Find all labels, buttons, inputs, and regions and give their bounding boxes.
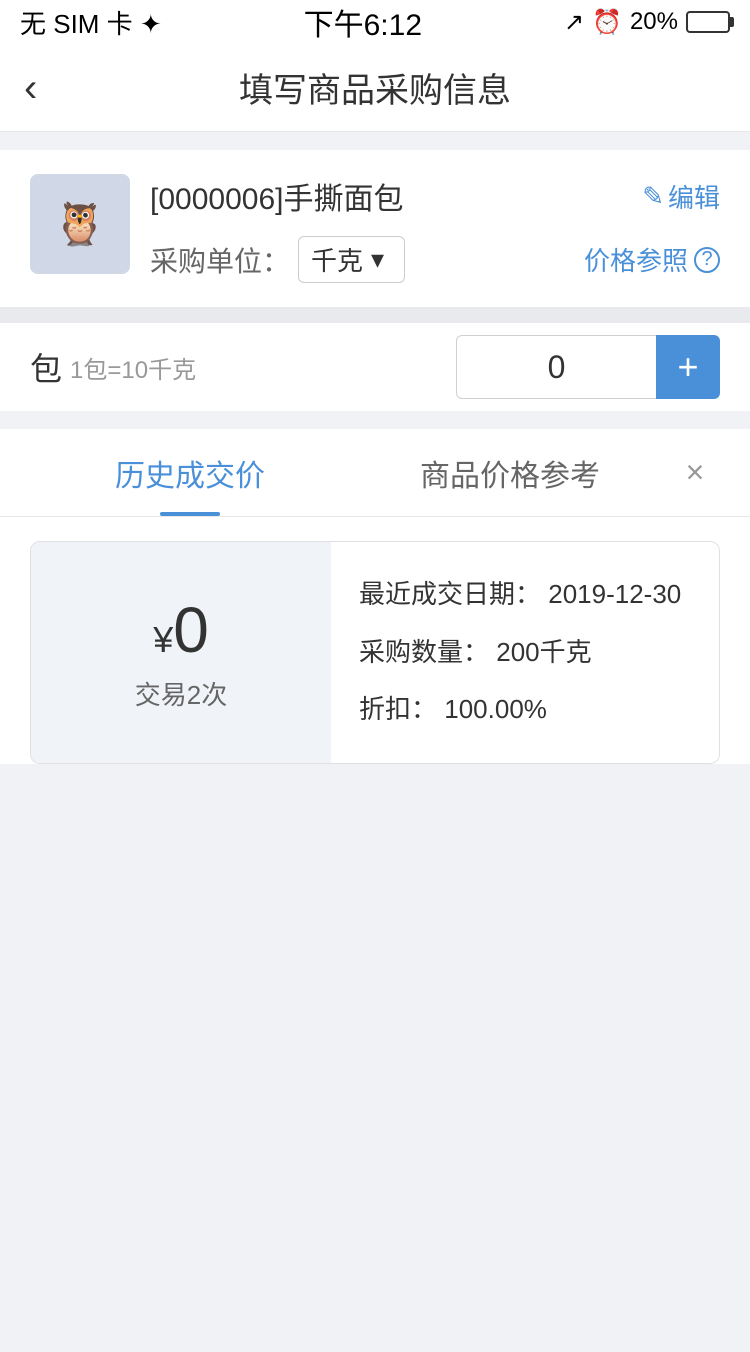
battery-text: 20% [630, 8, 678, 36]
product-name: [0000006]手撕面包 [150, 174, 403, 218]
unit-select[interactable]: 千克 ▾ [298, 236, 405, 283]
discount-label: 折扣： [359, 694, 437, 724]
quantity-unit-char: 包 [30, 344, 62, 390]
currency-symbol: ¥ [153, 613, 173, 667]
tab-history-price-label: 历史成交价 [115, 451, 265, 495]
back-button[interactable]: ‹ [24, 68, 37, 108]
latest-date-row: 最近成交日期： 2019-12-30 [359, 574, 691, 616]
main-content: 🦉 [0000006]手撕面包 ✎ 编辑 采购单位： 千克 ▾ [0, 150, 750, 1352]
dropdown-icon: ▾ [371, 244, 384, 275]
product-card: 🦉 [0000006]手撕面包 ✎ 编辑 采购单位： 千克 ▾ [0, 150, 750, 307]
status-bar: 无 SIM 卡 ✦ 下午6:12 ↗ ⏰ 20% [0, 0, 750, 44]
latest-date-value: 2019-12-30 [548, 579, 681, 609]
unit-value: 千克 [311, 241, 363, 278]
product-unit-row: 采购单位： 千克 ▾ 价格参照 ? [150, 236, 720, 283]
status-left: 无 SIM 卡 ✦ [20, 4, 162, 41]
product-thumb-icon: 🦉 [54, 200, 106, 249]
tab-product-price-ref-label: 商品价格参考 [420, 451, 600, 495]
unit-label: 采购单位： [150, 240, 290, 280]
price-left-panel: ¥ 0 交易2次 [31, 542, 331, 763]
quantity-input[interactable] [456, 335, 656, 399]
quantity-unit-label: 包 1包=10千克 [30, 344, 196, 390]
price-amount: 0 [173, 593, 209, 667]
price-card: ¥ 0 交易2次 最近成交日期： 2019-12-30 采购数量： 200千克 … [30, 541, 720, 764]
signal-text: 无 SIM 卡 ✦ [20, 4, 162, 41]
tab-history-price[interactable]: 历史成交价 [30, 429, 350, 516]
quantity-row: 包 1包=10千克 + [0, 323, 750, 411]
price-display: ¥ 0 [153, 593, 209, 667]
tab-product-price-ref[interactable]: 商品价格参考 [350, 429, 670, 516]
tabs-section: 历史成交价 商品价格参考 × ¥ 0 交易2次 最近成交日期： 2019-12-… [0, 429, 750, 764]
quantity-plus-button[interactable]: + [656, 335, 720, 399]
purchase-qty-label: 采购数量： [359, 637, 489, 667]
product-thumbnail: 🦉 [30, 174, 130, 274]
edit-label: 编辑 [668, 178, 720, 215]
nav-bar: ‹ 填写商品采购信息 [0, 44, 750, 132]
price-trades: 交易2次 [135, 675, 227, 712]
price-ref-label: 价格参照 [584, 241, 688, 278]
tab-close-button[interactable]: × [670, 448, 720, 498]
price-ref-help-icon: ? [694, 247, 720, 273]
edit-button[interactable]: ✎ 编辑 [642, 178, 720, 215]
section-divider [0, 307, 750, 323]
discount-row: 折扣： 100.00% [359, 689, 691, 731]
product-info: [0000006]手撕面包 ✎ 编辑 采购单位： 千克 ▾ 价格参照 ? [150, 174, 720, 283]
edit-icon: ✎ [642, 181, 664, 212]
product-top-row: [0000006]手撕面包 ✎ 编辑 [150, 174, 720, 218]
quantity-input-group: + [456, 335, 720, 399]
page-title: 填写商品采购信息 [239, 63, 511, 112]
price-right-panel: 最近成交日期： 2019-12-30 采购数量： 200千克 折扣： 100.0… [331, 542, 719, 763]
purchase-qty-value: 200千克 [496, 637, 591, 667]
quantity-unit-hint: 1包=10千克 [70, 350, 196, 385]
battery-icon [686, 11, 730, 33]
discount-value: 100.00% [444, 694, 547, 724]
price-ref-button[interactable]: 价格参照 ? [584, 241, 720, 278]
status-time: 下午6:12 [304, 0, 422, 44]
purchase-qty-row: 采购数量： 200千克 [359, 632, 691, 674]
latest-date-label: 最近成交日期： [359, 579, 541, 609]
location-icon: ↗ [564, 8, 584, 37]
alarm-icon: ⏰ [592, 8, 622, 37]
tab-active-underline [160, 512, 220, 516]
status-right: ↗ ⏰ 20% [564, 8, 730, 37]
tabs-header: 历史成交价 商品价格参考 × [0, 429, 750, 517]
